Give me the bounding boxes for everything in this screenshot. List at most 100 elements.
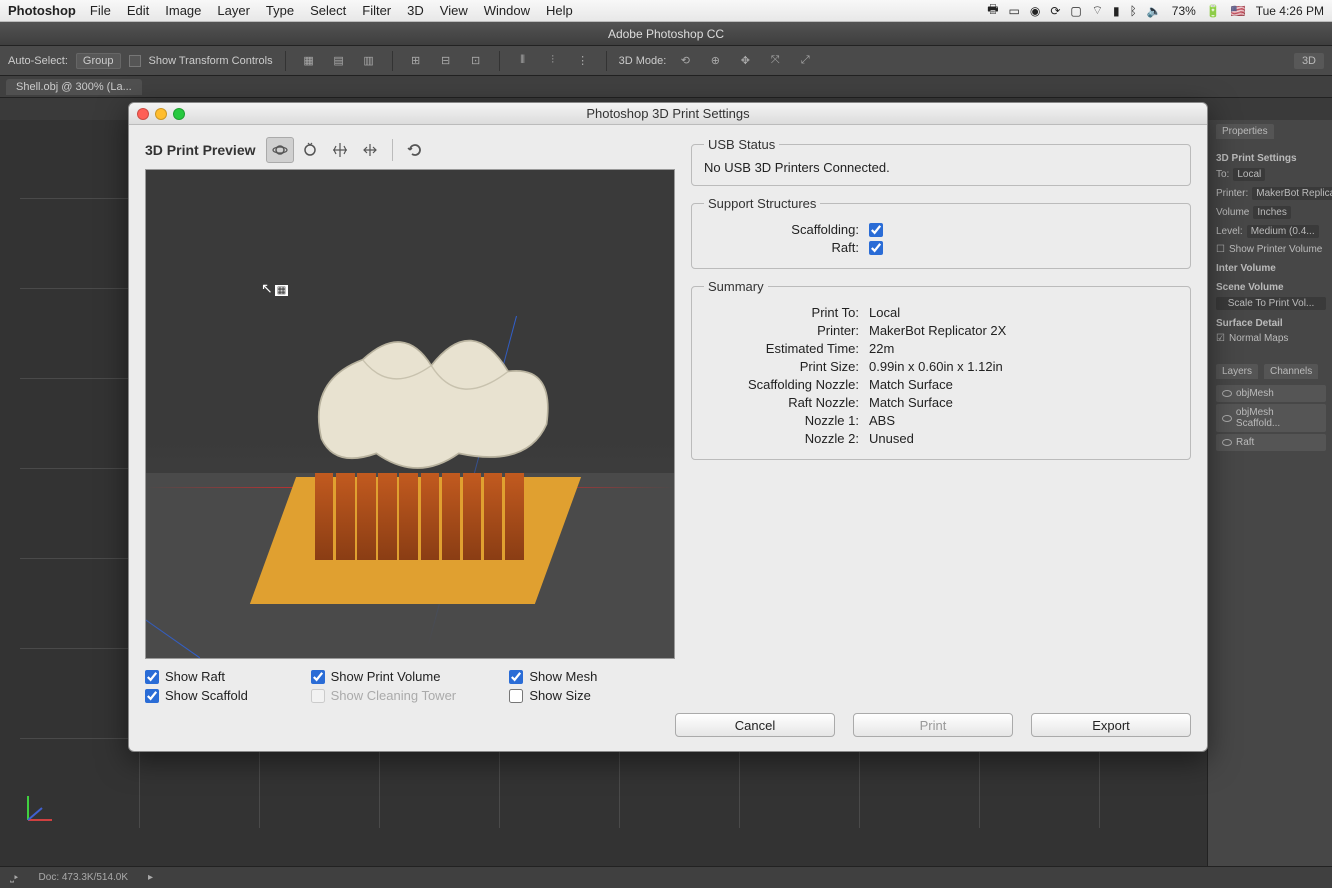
orbit-tool-icon[interactable] xyxy=(266,137,294,163)
show-transform-checkbox[interactable] xyxy=(129,55,141,67)
pan-icon[interactable]: ✥ xyxy=(734,50,756,72)
wifi-icon[interactable]: ⌔ xyxy=(1092,3,1103,18)
normal-maps-check[interactable]: ☑ xyxy=(1216,333,1225,344)
doc-size[interactable]: Doc: 473.3K/514.0K xyxy=(39,872,129,883)
dialog-title: Photoshop 3D Print Settings xyxy=(129,106,1207,121)
align-icon-4[interactable]: ⊞ xyxy=(405,50,427,72)
show-scaffold-checkbox[interactable]: Show Scaffold xyxy=(145,688,311,703)
layer-item[interactable]: objMesh xyxy=(1216,385,1326,402)
menu-edit[interactable]: Edit xyxy=(127,3,149,18)
status-arrow-icon[interactable]: ▸ xyxy=(148,872,153,883)
menu-filter[interactable]: Filter xyxy=(362,3,391,18)
volume-icon[interactable]: 🔈 xyxy=(1147,4,1162,18)
menu-view[interactable]: View xyxy=(440,3,468,18)
prop-level-value[interactable]: Medium (0.4... xyxy=(1247,225,1319,238)
close-icon[interactable] xyxy=(137,108,149,120)
menu-image[interactable]: Image xyxy=(165,3,201,18)
menu-window[interactable]: Window xyxy=(484,3,530,18)
raft-label: Raft: xyxy=(704,240,859,255)
dialog-button-row: Cancel Print Export xyxy=(129,713,1207,751)
airplay-icon[interactable]: ▢ xyxy=(1070,4,1081,18)
show-size-checkbox[interactable]: Show Size xyxy=(509,688,675,703)
slide-icon[interactable]: ⤧ xyxy=(764,50,786,72)
menu-type[interactable]: Type xyxy=(266,3,294,18)
prop-to-label: To: xyxy=(1216,169,1229,180)
bluetooth-icon[interactable]: ᛒ xyxy=(1130,4,1137,18)
dist-icon-2[interactable]: ⫶ xyxy=(542,50,564,72)
align-icon-3[interactable]: ▥ xyxy=(358,50,380,72)
printer-icon[interactable]: 🖶 xyxy=(987,0,998,21)
scale-to-print-button[interactable]: Scale To Print Vol... xyxy=(1216,297,1326,310)
layer-item[interactable]: objMesh Scaffold... xyxy=(1216,404,1326,432)
normal-maps-label: Normal Maps xyxy=(1229,333,1288,344)
align-icon-2[interactable]: ▤ xyxy=(328,50,350,72)
menu-layer[interactable]: Layer xyxy=(217,3,250,18)
raft-checkbox[interactable] xyxy=(869,241,883,255)
cancel-button[interactable]: Cancel xyxy=(675,713,835,737)
menu-help[interactable]: Help xyxy=(546,3,573,18)
auto-select-dropdown[interactable]: Group xyxy=(76,53,121,69)
clock[interactable]: Tue 4:26 PM xyxy=(1256,4,1324,18)
summary-size-value: 0.99in x 0.60in x 1.12in xyxy=(869,359,1003,374)
menu-3d[interactable]: 3D xyxy=(407,3,424,18)
dialog-titlebar[interactable]: Photoshop 3D Print Settings xyxy=(129,103,1207,125)
properties-tab[interactable]: Properties xyxy=(1216,124,1274,139)
orbit-icon[interactable]: ⟲ xyxy=(674,50,696,72)
zoom-icon[interactable] xyxy=(173,108,185,120)
slide-tool-icon[interactable] xyxy=(356,137,384,163)
align-icon-1[interactable]: ▦ xyxy=(298,50,320,72)
visibility-icon[interactable] xyxy=(1222,390,1232,397)
app-name[interactable]: Photoshop xyxy=(8,3,76,18)
axis-gizmo[interactable] xyxy=(20,788,60,828)
3d-preview-viewport[interactable]: ↖▦ xyxy=(145,169,675,659)
prop-printer-value[interactable]: MakerBot Replicat... xyxy=(1252,187,1332,200)
inter-volume-heading: Inter Volume xyxy=(1216,263,1326,274)
minimize-icon[interactable] xyxy=(155,108,167,120)
visibility-icon[interactable] xyxy=(1222,415,1232,422)
align-icon-5[interactable]: ⊟ xyxy=(435,50,457,72)
display-icon[interactable]: ▭ xyxy=(1009,4,1020,18)
roll-icon[interactable]: ⊕ xyxy=(704,50,726,72)
summary-printer-value: MakerBot Replicator 2X xyxy=(869,323,1006,338)
document-tab[interactable]: Shell.obj @ 300% (La... xyxy=(6,79,142,95)
dist-icon-3[interactable]: ⋮ xyxy=(572,50,594,72)
scene-volume-heading: Scene Volume xyxy=(1216,282,1326,293)
menu-select[interactable]: Select xyxy=(310,3,346,18)
align-icon-6[interactable]: ⊡ xyxy=(465,50,487,72)
battery-percent[interactable]: 73% xyxy=(1172,4,1196,18)
pan-tool-icon[interactable] xyxy=(326,137,354,163)
print-button[interactable]: Print xyxy=(853,713,1013,737)
channels-tab[interactable]: Channels xyxy=(1264,364,1318,379)
prop-volume-label: Volume xyxy=(1216,207,1249,218)
dist-icon-1[interactable]: ⫴ xyxy=(512,50,534,72)
prop-volume-value[interactable]: Inches xyxy=(1253,206,1290,219)
show-mesh-checkbox[interactable]: Show Mesh xyxy=(509,669,675,684)
summary-raft-nozzle-label: Raft Nozzle: xyxy=(704,395,859,410)
show-print-volume-checkbox[interactable]: Show Print Volume xyxy=(311,669,510,684)
3d-print-settings-dialog: Photoshop 3D Print Settings 3D Print Pre… xyxy=(128,102,1208,752)
summary-group: Summary Print To:Local Printer:MakerBot … xyxy=(691,279,1191,460)
summary-time-value: 22m xyxy=(869,341,894,356)
scale-icon[interactable]: ⤢ xyxy=(794,50,816,72)
show-raft-checkbox[interactable]: Show Raft xyxy=(145,669,311,684)
roll-tool-icon[interactable] xyxy=(296,137,324,163)
status-bar: ⎵▸ Doc: 473.3K/514.0K ▸ xyxy=(0,866,1332,888)
layers-tab[interactable]: Layers xyxy=(1216,364,1258,379)
show-printer-volume-check[interactable]: ☐ xyxy=(1216,244,1225,255)
panel-title: 3D Print Settings xyxy=(1216,153,1326,164)
eye-icon[interactable]: ◉ xyxy=(1030,4,1040,18)
preview-label: 3D Print Preview xyxy=(145,142,256,158)
scaffolding-checkbox[interactable] xyxy=(869,223,883,237)
zoom-indicator[interactable]: ⎵▸ xyxy=(10,872,19,883)
workspace-badge[interactable]: 3D xyxy=(1294,53,1324,69)
flag-icon[interactable]: 🇺🇸 xyxy=(1231,4,1246,18)
layer-item[interactable]: Raft xyxy=(1216,434,1326,451)
visibility-icon[interactable] xyxy=(1222,439,1232,446)
prop-to-value[interactable]: Local xyxy=(1233,168,1265,181)
menu-file[interactable]: File xyxy=(90,3,111,18)
reset-view-icon[interactable] xyxy=(401,137,429,163)
export-button[interactable]: Export xyxy=(1031,713,1191,737)
sync-icon[interactable]: ⟳ xyxy=(1050,4,1060,18)
properties-panel: Properties 3D Print Settings To:Local Pr… xyxy=(1207,120,1332,888)
signal-icon[interactable]: ▮ xyxy=(1113,4,1120,18)
